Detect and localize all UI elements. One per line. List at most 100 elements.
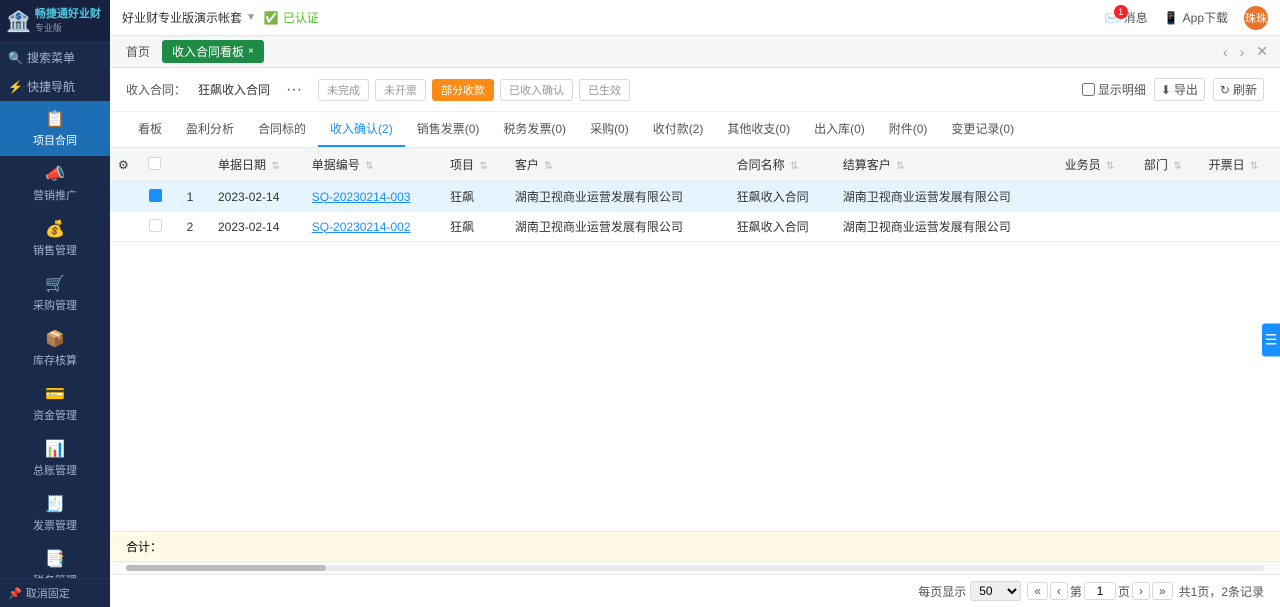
message-button[interactable]: ✉️ 1 消息 <box>1105 9 1148 26</box>
sidebar-item-inventory[interactable]: 📦 库存核算 <box>0 321 110 376</box>
sidebar-quicknav[interactable]: ⚡ 快捷导航 <box>0 72 110 101</box>
tab-nav-next-icon[interactable]: › <box>1236 42 1249 62</box>
prev-page-button[interactable]: ‹ <box>1050 582 1068 600</box>
show-detail-checkbox[interactable] <box>1082 83 1095 96</box>
row2-checkbox-cell[interactable] <box>140 212 170 242</box>
th-end-customer-label: 结算客户 <box>843 158 891 172</box>
th-date[interactable]: 单据日期 ⇅ <box>210 148 304 182</box>
row2-checkbox[interactable] <box>149 219 162 232</box>
tab-nav-close-icon[interactable]: ✕ <box>1252 41 1272 62</box>
th-contract[interactable]: 合同名称 ⇅ <box>729 148 835 182</box>
sidebar-item-marketing[interactable]: 📣 营销推广 <box>0 156 110 211</box>
next-page-button[interactable]: › <box>1132 582 1150 600</box>
table-row[interactable]: 2 2023-02-14 SQ-20230214-002 狂飙 湖南卫视商业运营… <box>110 212 1280 242</box>
status-incomplete-badge[interactable]: 未完成 <box>318 79 369 101</box>
subtab-tax-invoice[interactable]: 税务发票(0) <box>491 112 578 147</box>
th-number[interactable]: 单据编号 ⇅ <box>304 148 442 182</box>
th-salesman[interactable]: 业务员 ⇅ <box>1057 148 1136 182</box>
logo-icon: 🏦 <box>6 9 31 34</box>
sidebar-bottom-cancel-pin[interactable]: 📌 取消固定 <box>0 578 110 607</box>
tab-close-icon[interactable]: × <box>248 46 254 57</box>
row2-number[interactable]: SQ-20230214-002 <box>304 212 442 242</box>
sidebar-item-tax[interactable]: 📑 税务管理 <box>0 541 110 578</box>
sidebar-item-project-contract[interactable]: 📋 项目合同 <box>0 101 110 156</box>
right-panel-toggle-button[interactable]: ☰ <box>1262 323 1280 356</box>
row1-end-customer: 湖南卫视商业运营发展有限公司 <box>835 182 1057 212</box>
th-number-label: 单据编号 <box>312 158 360 172</box>
table-container: ⚙ 单据日期 ⇅ 单据编号 ⇅ <box>110 148 1280 531</box>
sidebar-item-sales[interactable]: 💰 销售管理 <box>0 211 110 266</box>
th-department-label: 部门 <box>1144 158 1168 172</box>
avatar-text: 珠珠 <box>1245 10 1267 26</box>
subtab-contract-standard[interactable]: 合同标的 <box>246 112 318 147</box>
scroll-track <box>126 565 1264 571</box>
scroll-thumb[interactable] <box>126 565 326 571</box>
subtab-change-log[interactable]: 变更记录(0) <box>939 112 1026 147</box>
sidebar: 🏦 畅捷通好业财 专业版 🔍 搜索菜单 ⚡ 快捷导航 📋 项目合同 📣 营销推广… <box>0 0 110 607</box>
th-end-customer[interactable]: 结算客户 ⇅ <box>835 148 1057 182</box>
select-all-checkbox[interactable] <box>148 157 161 170</box>
content-area: 收入合同： 狂飙收入合同 ··· 未完成 未开票 部分收款 已收入确认 已生效 … <box>110 68 1280 607</box>
th-department[interactable]: 部门 ⇅ <box>1136 148 1201 182</box>
sidebar-item-funds[interactable]: 💳 资金管理 <box>0 376 110 431</box>
sidebar-bottom-label: 取消固定 <box>26 585 70 601</box>
th-settings[interactable]: ⚙ <box>110 148 140 182</box>
subtab-overview[interactable]: 看板 <box>126 112 174 147</box>
sidebar-search[interactable]: 🔍 搜索菜单 <box>0 43 110 72</box>
page-number-input[interactable] <box>1084 582 1116 600</box>
status-effective-badge[interactable]: 已生效 <box>579 79 630 101</box>
subtab-income-confirm[interactable]: 收入确认(2) <box>318 112 405 147</box>
subtab-sales-invoice[interactable]: 销售发票(0) <box>405 112 492 147</box>
sidebar-item-label-general: 总账管理 <box>33 462 77 478</box>
export-button[interactable]: ⬇ 导出 <box>1154 78 1205 101</box>
sidebar-item-purchase[interactable]: 🛒 采购管理 <box>0 266 110 321</box>
table-row[interactable]: 1 2023-02-14 SQ-20230214-003 狂飙 湖南卫视商业运营… <box>110 182 1280 212</box>
contract-more-button[interactable]: ··· <box>282 81 306 99</box>
company-name: 好业财专业版演示帐套 <box>122 9 242 26</box>
status-confirmed-badge[interactable]: 已收入确认 <box>500 79 573 101</box>
pagination: 每页显示 10 20 50 100 « ‹ 第 页 › » 共1页，2条记录 <box>110 574 1280 607</box>
row2-number-link[interactable]: SQ-20230214-002 <box>312 220 411 234</box>
th-index <box>170 148 210 182</box>
subtab-payment[interactable]: 收付款(2) <box>641 112 716 147</box>
refresh-button[interactable]: ↻ 刷新 <box>1213 78 1264 101</box>
topbar-company[interactable]: 好业财专业版演示帐套 ▼ <box>122 9 256 26</box>
app-download-label: App下载 <box>1183 9 1228 26</box>
horizontal-scrollbar[interactable] <box>110 561 1280 574</box>
row1-number-link[interactable]: SQ-20230214-003 <box>312 190 411 204</box>
sidebar-logo: 🏦 畅捷通好业财 专业版 <box>0 0 110 43</box>
sidebar-item-invoice[interactable]: 🧾 发票管理 <box>0 486 110 541</box>
per-page-select[interactable]: 10 20 50 100 <box>970 581 1021 601</box>
status-no-invoice-badge[interactable]: 未开票 <box>375 79 426 101</box>
subtab-in-out-storage[interactable]: 出入库(0) <box>802 112 877 147</box>
row1-checkbox-cell[interactable] <box>140 182 170 212</box>
subtab-purchase[interactable]: 采购(0) <box>578 112 641 147</box>
tax-icon: 📑 <box>45 549 65 569</box>
tab-income-contract-board[interactable]: 收入合同看板 × <box>162 40 264 63</box>
th-checkbox[interactable] <box>140 148 170 182</box>
app-download-button[interactable]: 📱 App下载 <box>1164 9 1228 26</box>
user-avatar[interactable]: 珠珠 <box>1244 6 1268 30</box>
row2-project: 狂飙 <box>442 212 507 242</box>
right-panel-icon: ☰ <box>1265 331 1278 348</box>
row1-checkbox[interactable] <box>149 189 162 202</box>
inventory-icon: 📦 <box>45 329 65 349</box>
th-customer[interactable]: 客户 ⇅ <box>507 148 729 182</box>
sidebar-item-general[interactable]: 📊 总账管理 <box>0 431 110 486</box>
row1-number[interactable]: SQ-20230214-003 <box>304 182 442 212</box>
settings-icon[interactable]: ⚙ <box>118 158 129 172</box>
th-project[interactable]: 项目 ⇅ <box>442 148 507 182</box>
sidebar-item-label-purchase: 采购管理 <box>33 297 77 313</box>
row1-idx: 1 <box>170 182 210 212</box>
tab-home[interactable]: 首页 <box>118 39 158 64</box>
project-contract-icon: 📋 <box>45 109 65 129</box>
last-page-button[interactable]: » <box>1152 582 1173 600</box>
first-page-button[interactable]: « <box>1027 582 1048 600</box>
tab-nav-prev-icon[interactable]: ‹ <box>1219 42 1232 62</box>
subtab-profit[interactable]: 盈利分析 <box>174 112 246 147</box>
status-partial-collect-badge[interactable]: 部分收款 <box>432 79 494 101</box>
subtab-attachment[interactable]: 附件(0) <box>877 112 940 147</box>
subtab-other-income[interactable]: 其他收支(0) <box>715 112 802 147</box>
th-invoice-date[interactable]: 开票日 ⇅ <box>1201 148 1280 182</box>
certified-label: 已认证 <box>283 9 319 26</box>
